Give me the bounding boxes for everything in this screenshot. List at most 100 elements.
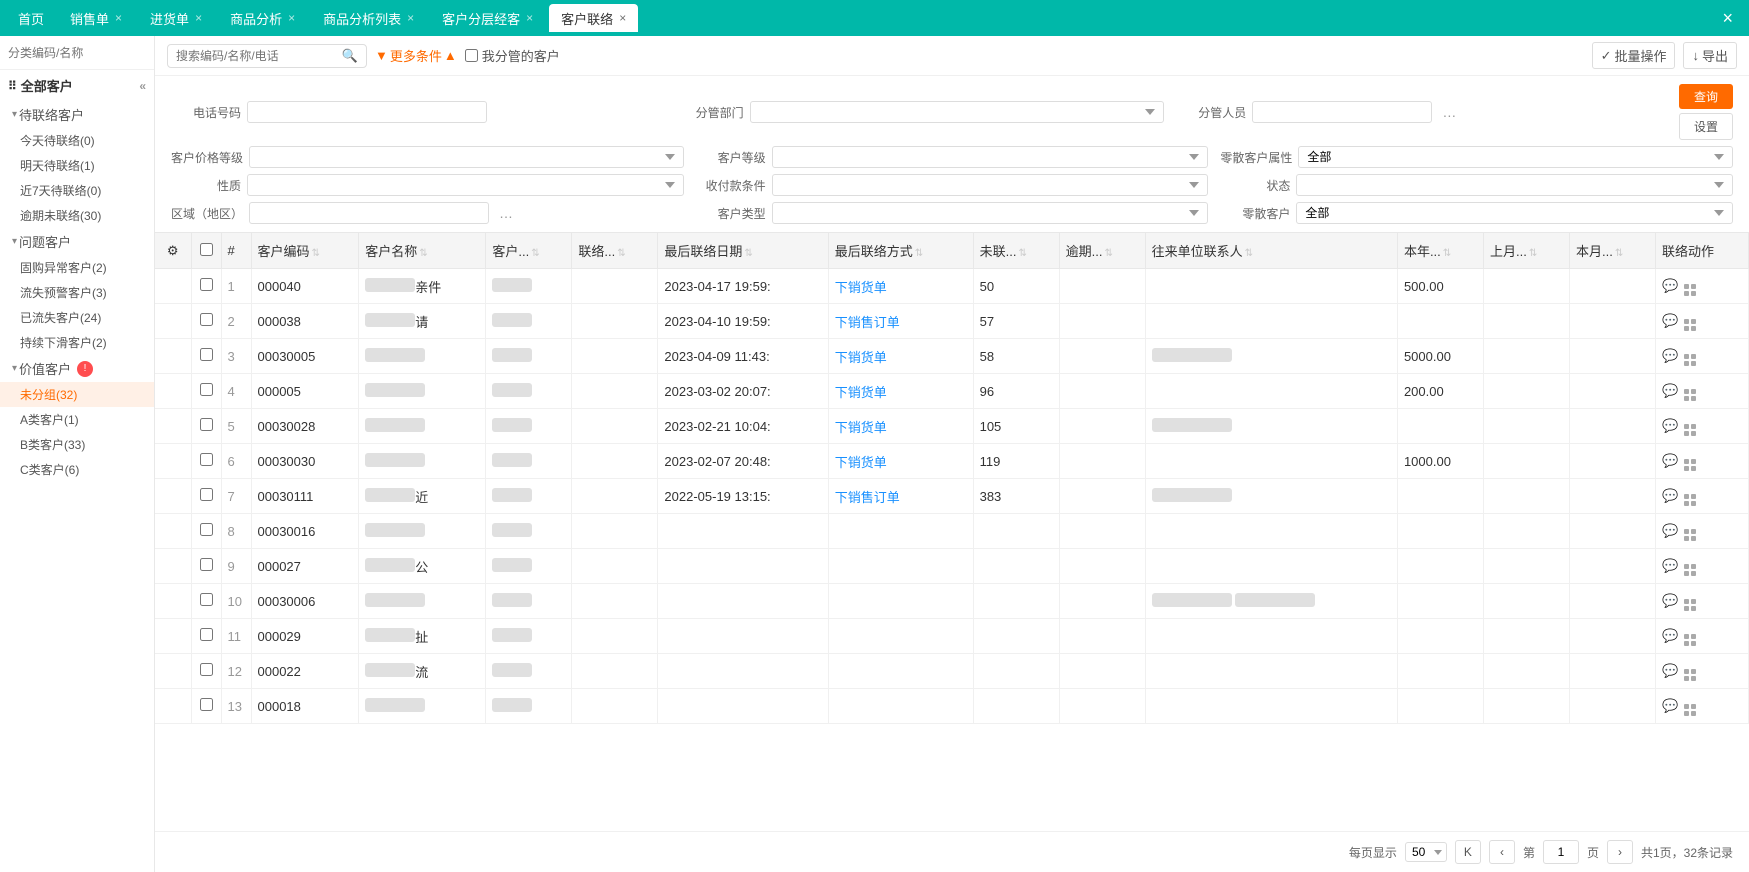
close-window-icon[interactable]: × bbox=[1714, 8, 1741, 29]
tab-analysis-list[interactable]: 商品分析列表 × bbox=[311, 4, 426, 32]
close-contact-icon[interactable]: × bbox=[619, 11, 626, 25]
chat-icon[interactable]: 💬 bbox=[1662, 313, 1678, 329]
my-customers-checkbox[interactable]: 我分管的客户 bbox=[465, 46, 560, 65]
row-checkbox[interactable] bbox=[200, 523, 213, 536]
grid-action-icon[interactable] bbox=[1684, 346, 1696, 366]
close-analysis-list-icon[interactable]: × bbox=[407, 11, 414, 25]
row-checkbox[interactable] bbox=[200, 593, 213, 606]
grid-action-icon[interactable] bbox=[1684, 696, 1696, 716]
query-btn[interactable]: 查询 bbox=[1679, 84, 1733, 109]
prev-page-btn[interactable]: ‹ bbox=[1489, 840, 1515, 864]
sidebar-item-declining[interactable]: 持续下滑客户(2) bbox=[0, 330, 154, 355]
row-checkbox[interactable] bbox=[200, 313, 213, 326]
staff-input[interactable] bbox=[1252, 101, 1432, 123]
filter-more-btn[interactable]: ▼ 更多条件 ▲ bbox=[375, 46, 457, 65]
col-code[interactable]: 客户编码⇅ bbox=[251, 233, 359, 269]
tab-customer-segment[interactable]: 客户分层经客 × bbox=[430, 4, 545, 32]
select-all-checkbox[interactable] bbox=[200, 243, 213, 256]
retail-attr-select[interactable]: 全部 bbox=[1298, 146, 1733, 168]
grid-action-icon[interactable] bbox=[1684, 416, 1696, 436]
tab-salesorder[interactable]: 销售单 × bbox=[58, 4, 134, 32]
row-last-way[interactable]: 下销售订单 bbox=[835, 490, 900, 505]
customer-type-select[interactable] bbox=[772, 202, 1209, 224]
col-settings[interactable]: ⚙ bbox=[155, 233, 191, 269]
grid-action-icon[interactable] bbox=[1684, 276, 1696, 296]
col-last-month[interactable]: 上月...⇅ bbox=[1483, 233, 1569, 269]
chat-icon[interactable]: 💬 bbox=[1662, 663, 1678, 679]
sidebar-item-class-a[interactable]: A类客户(1) bbox=[0, 407, 154, 432]
row-checkbox[interactable] bbox=[200, 558, 213, 571]
chat-icon[interactable]: 💬 bbox=[1662, 453, 1678, 469]
col-not-contact[interactable]: 未联...⇅ bbox=[973, 233, 1059, 269]
grid-action-icon[interactable] bbox=[1684, 311, 1696, 331]
chat-icon[interactable]: 💬 bbox=[1662, 278, 1678, 294]
sidebar-item-class-b[interactable]: B类客户(33) bbox=[0, 432, 154, 457]
reset-btn[interactable]: 设置 bbox=[1679, 113, 1733, 140]
col-type[interactable]: 客户...⇅ bbox=[486, 233, 572, 269]
payment-select[interactable] bbox=[772, 174, 1209, 196]
row-checkbox[interactable] bbox=[200, 488, 213, 501]
col-last-date[interactable]: 最后联络日期⇅ bbox=[658, 233, 828, 269]
tab-customer-contact[interactable]: 客户联络 × bbox=[549, 4, 638, 32]
filter-search-icon[interactable]: 🔍 bbox=[342, 48, 358, 64]
chat-icon[interactable]: 💬 bbox=[1662, 488, 1678, 504]
settings-icon[interactable]: ⚙ bbox=[167, 243, 179, 258]
grid-action-icon[interactable] bbox=[1684, 626, 1696, 646]
col-partner[interactable]: 往来单位联系人⇅ bbox=[1145, 233, 1397, 269]
dept-select[interactable] bbox=[750, 101, 1165, 123]
nav-home[interactable]: 首页 bbox=[8, 9, 54, 28]
chat-icon[interactable]: 💬 bbox=[1662, 348, 1678, 364]
next-page-btn[interactable]: › bbox=[1607, 840, 1633, 864]
col-overdue[interactable]: 逾期...⇅ bbox=[1059, 233, 1145, 269]
sidebar-item-ungrouped[interactable]: 未分组(32) bbox=[0, 382, 154, 407]
sidebar-item-overdue-pending[interactable]: 逾期未联络(30) bbox=[0, 203, 154, 228]
chat-icon[interactable]: 💬 bbox=[1662, 558, 1678, 574]
col-this-year[interactable]: 本年...⇅ bbox=[1397, 233, 1483, 269]
first-page-btn[interactable]: K bbox=[1455, 840, 1481, 864]
sidebar-pending-section[interactable]: ▾ 待联络客户 bbox=[0, 101, 154, 128]
grid-action-icon[interactable] bbox=[1684, 486, 1696, 506]
sidebar-search-input[interactable] bbox=[8, 46, 155, 60]
row-last-way[interactable]: 下销货单 bbox=[835, 455, 887, 470]
row-last-way[interactable]: 下销售订单 bbox=[835, 315, 900, 330]
row-checkbox[interactable] bbox=[200, 278, 213, 291]
col-name[interactable]: 客户名称⇅ bbox=[359, 233, 486, 269]
col-this-month[interactable]: 本月...⇅ bbox=[1570, 233, 1656, 269]
row-checkbox[interactable] bbox=[200, 383, 213, 396]
close-analysis-icon[interactable]: × bbox=[288, 11, 295, 25]
row-checkbox[interactable] bbox=[200, 698, 213, 711]
sidebar-value-section[interactable]: ▾ 价值客户 ! bbox=[0, 355, 154, 382]
grid-action-icon[interactable] bbox=[1684, 381, 1696, 401]
region-dots-icon[interactable]: … bbox=[495, 205, 517, 221]
price-grade-select[interactable] bbox=[249, 146, 684, 168]
export-btn[interactable]: ↓ 导出 bbox=[1683, 42, 1737, 69]
chat-icon[interactable]: 💬 bbox=[1662, 628, 1678, 644]
tab-analysis[interactable]: 商品分析 × bbox=[218, 4, 307, 32]
page-number-input[interactable] bbox=[1543, 840, 1579, 864]
sidebar-item-churn-warning[interactable]: 流失预警客户(3) bbox=[0, 280, 154, 305]
grid-action-icon[interactable] bbox=[1684, 556, 1696, 576]
grid-action-icon[interactable] bbox=[1684, 521, 1696, 541]
staff-dots-icon[interactable]: … bbox=[1438, 104, 1460, 120]
filter-search-input[interactable] bbox=[176, 49, 338, 63]
col-last-way[interactable]: 最后联络方式⇅ bbox=[828, 233, 973, 269]
row-last-way[interactable]: 下销货单 bbox=[835, 385, 887, 400]
page-size-select[interactable]: 50 bbox=[1405, 842, 1447, 862]
chat-icon[interactable]: 💬 bbox=[1662, 593, 1678, 609]
chat-icon[interactable]: 💬 bbox=[1662, 418, 1678, 434]
chat-icon[interactable]: 💬 bbox=[1662, 698, 1678, 714]
row-checkbox[interactable] bbox=[200, 348, 213, 361]
row-checkbox[interactable] bbox=[200, 628, 213, 641]
chat-icon[interactable]: 💬 bbox=[1662, 523, 1678, 539]
row-checkbox[interactable] bbox=[200, 418, 213, 431]
status-select[interactable] bbox=[1296, 174, 1733, 196]
tab-purchase[interactable]: 进货单 × bbox=[138, 4, 214, 32]
gender-select[interactable] bbox=[247, 174, 684, 196]
sidebar-problem-section[interactable]: ▾ 问题客户 bbox=[0, 228, 154, 255]
row-last-way[interactable]: 下销货单 bbox=[835, 280, 887, 295]
row-checkbox[interactable] bbox=[200, 453, 213, 466]
sidebar-item-today-pending[interactable]: 今天待联络(0) bbox=[0, 128, 154, 153]
sidebar-all-customers[interactable]: ⠿ 全部客户 « bbox=[0, 70, 154, 101]
row-checkbox[interactable] bbox=[200, 663, 213, 676]
sidebar-item-tomorrow-pending[interactable]: 明天待联络(1) bbox=[0, 153, 154, 178]
